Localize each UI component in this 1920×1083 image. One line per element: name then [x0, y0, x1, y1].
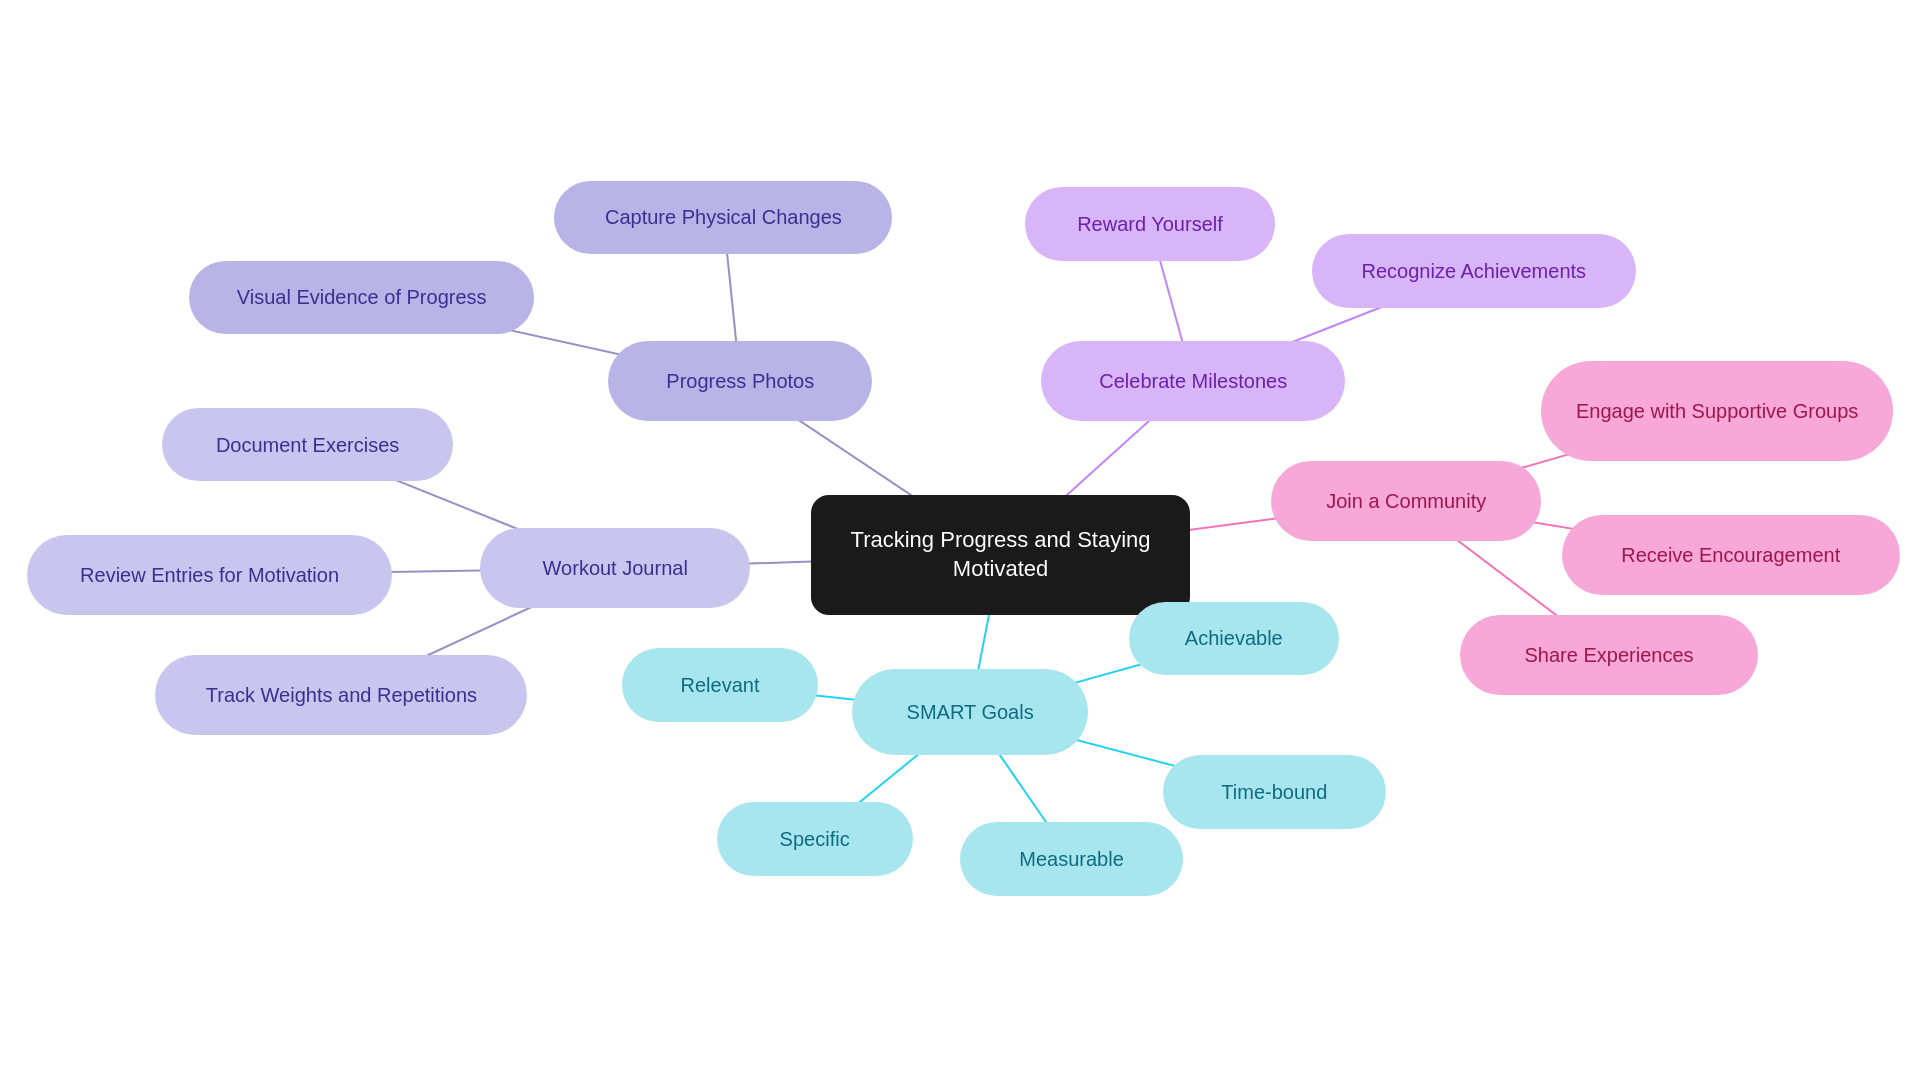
node-join_community: Join a Community	[1271, 461, 1541, 541]
node-specific: Specific	[717, 802, 913, 876]
node-progress_photos: Progress Photos	[608, 341, 872, 421]
node-capture_physical: Capture Physical Changes	[554, 181, 892, 255]
node-center: Tracking Progress and Staying Motivated	[811, 495, 1190, 615]
node-track_weights: Track Weights and Repetitions	[155, 655, 527, 735]
node-receive_encouragement: Receive Encouragement	[1562, 515, 1900, 595]
node-achievable: Achievable	[1129, 602, 1339, 676]
node-time_bound: Time-bound	[1163, 755, 1386, 829]
node-celebrate_milestones: Celebrate Milestones	[1041, 341, 1345, 421]
node-review_entries: Review Entries for Motivation	[27, 535, 392, 615]
node-share_experiences: Share Experiences	[1460, 615, 1757, 695]
node-engage_groups: Engage with Supportive Groups	[1541, 361, 1893, 461]
node-measurable: Measurable	[960, 822, 1183, 896]
node-document_exercises: Document Exercises	[162, 408, 453, 482]
node-visual_evidence: Visual Evidence of Progress	[189, 261, 534, 335]
node-workout_journal: Workout Journal	[480, 528, 750, 608]
mindmap-container: Tracking Progress and Staying Motivated W…	[0, 0, 1920, 1083]
node-relevant: Relevant	[622, 648, 818, 722]
node-smart_goals: SMART Goals	[852, 669, 1089, 756]
node-reward_yourself: Reward Yourself	[1025, 187, 1275, 261]
node-recognize_achievements: Recognize Achievements	[1312, 234, 1637, 308]
